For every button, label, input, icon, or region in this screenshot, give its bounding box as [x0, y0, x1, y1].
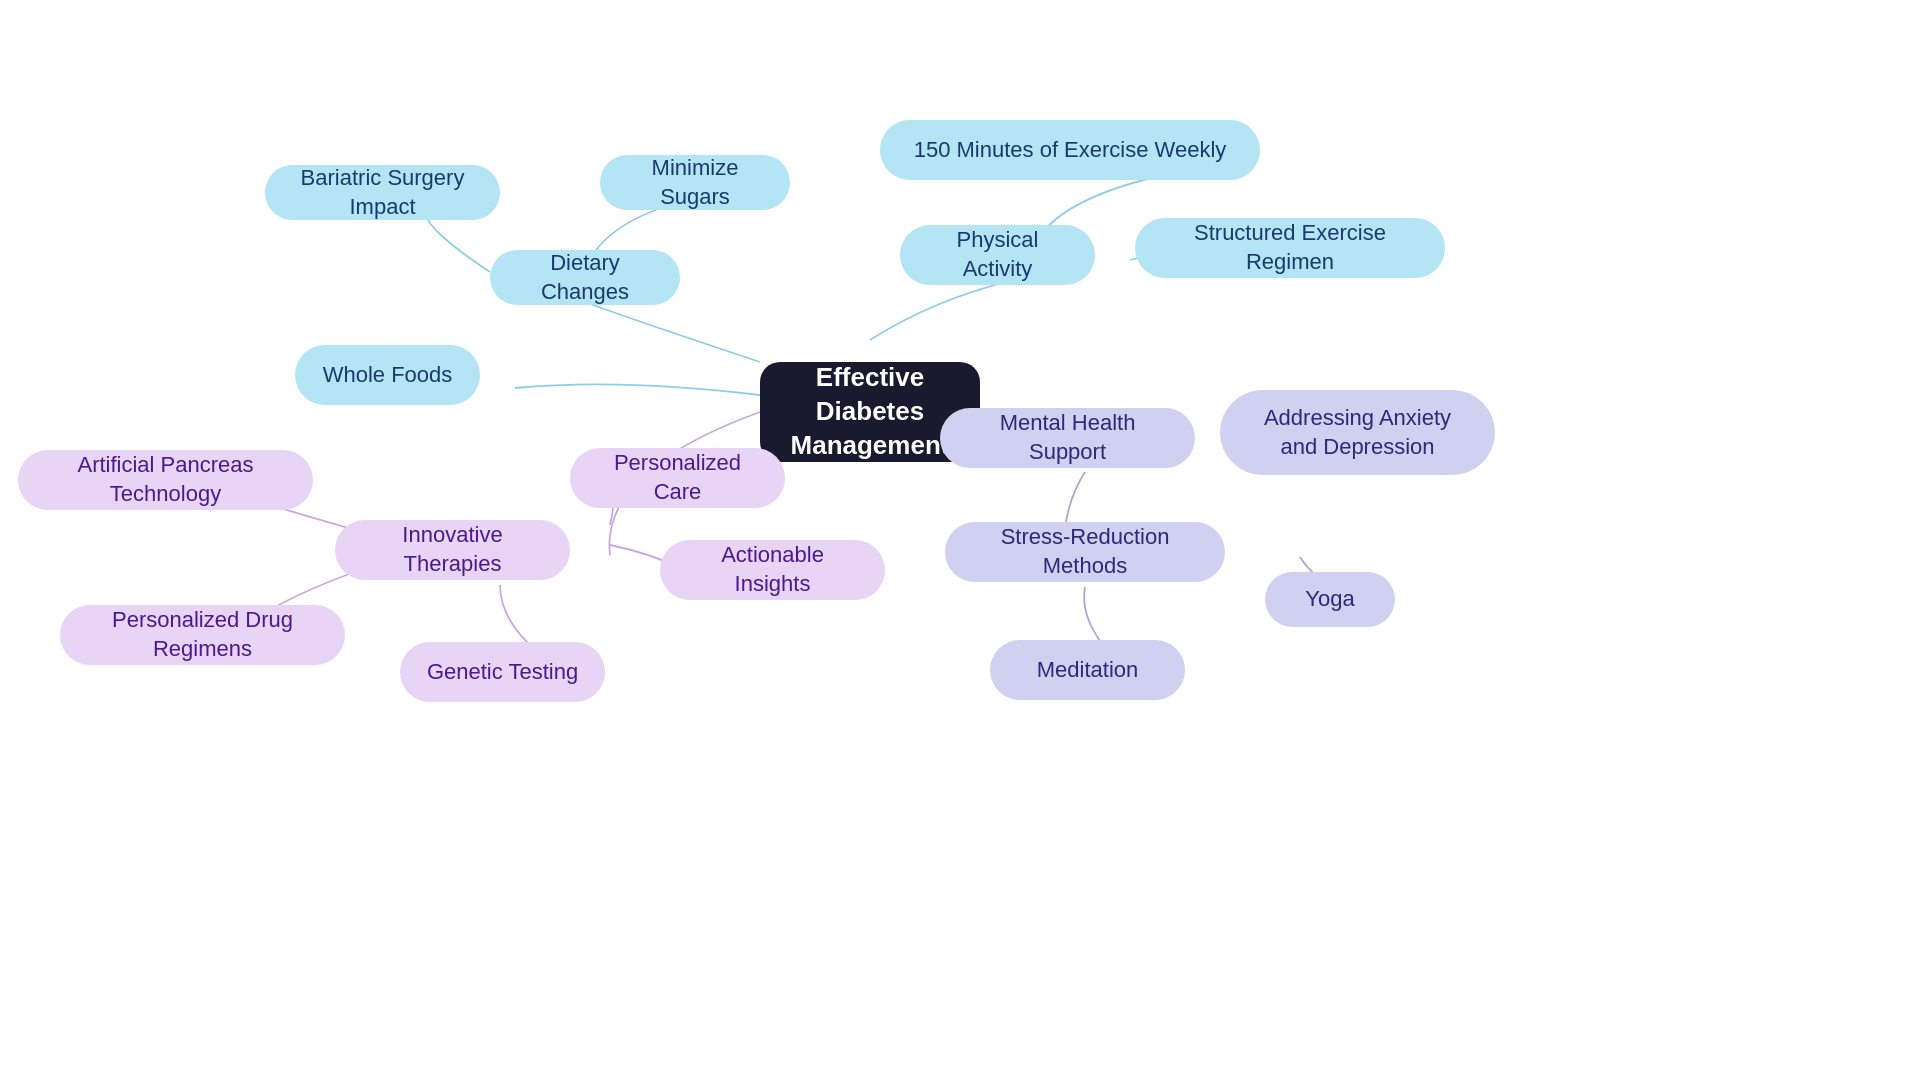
genetic-testing-node: Genetic Testing	[400, 642, 605, 702]
whole-foods-node: Whole Foods	[295, 345, 480, 405]
exercise-minutes-node: 150 Minutes of Exercise Weekly	[880, 120, 1260, 180]
minimize-sugars-node: Minimize Sugars	[600, 155, 790, 210]
artificial-pancreas-node: Artificial Pancreas Technology	[18, 450, 313, 510]
yoga-node: Yoga	[1265, 572, 1395, 627]
innovative-therapies-node: Innovative Therapies	[335, 520, 570, 580]
stress-reduction-node: Stress-Reduction Methods	[945, 522, 1225, 582]
personalized-care-node: Personalized Care	[570, 448, 785, 508]
bariatric-surgery-node: Bariatric Surgery Impact	[265, 165, 500, 220]
actionable-insights-node: Actionable Insights	[660, 540, 885, 600]
meditation-node: Meditation	[990, 640, 1185, 700]
dietary-changes-node: Dietary Changes	[490, 250, 680, 305]
structured-exercise-node: Structured Exercise Regimen	[1135, 218, 1445, 278]
addressing-anxiety-node: Addressing Anxiety and Depression	[1220, 390, 1495, 475]
personalized-drug-node: Personalized Drug Regimens	[60, 605, 345, 665]
physical-activity-node: Physical Activity	[900, 225, 1095, 285]
mental-health-support-node: Mental Health Support	[940, 408, 1195, 468]
